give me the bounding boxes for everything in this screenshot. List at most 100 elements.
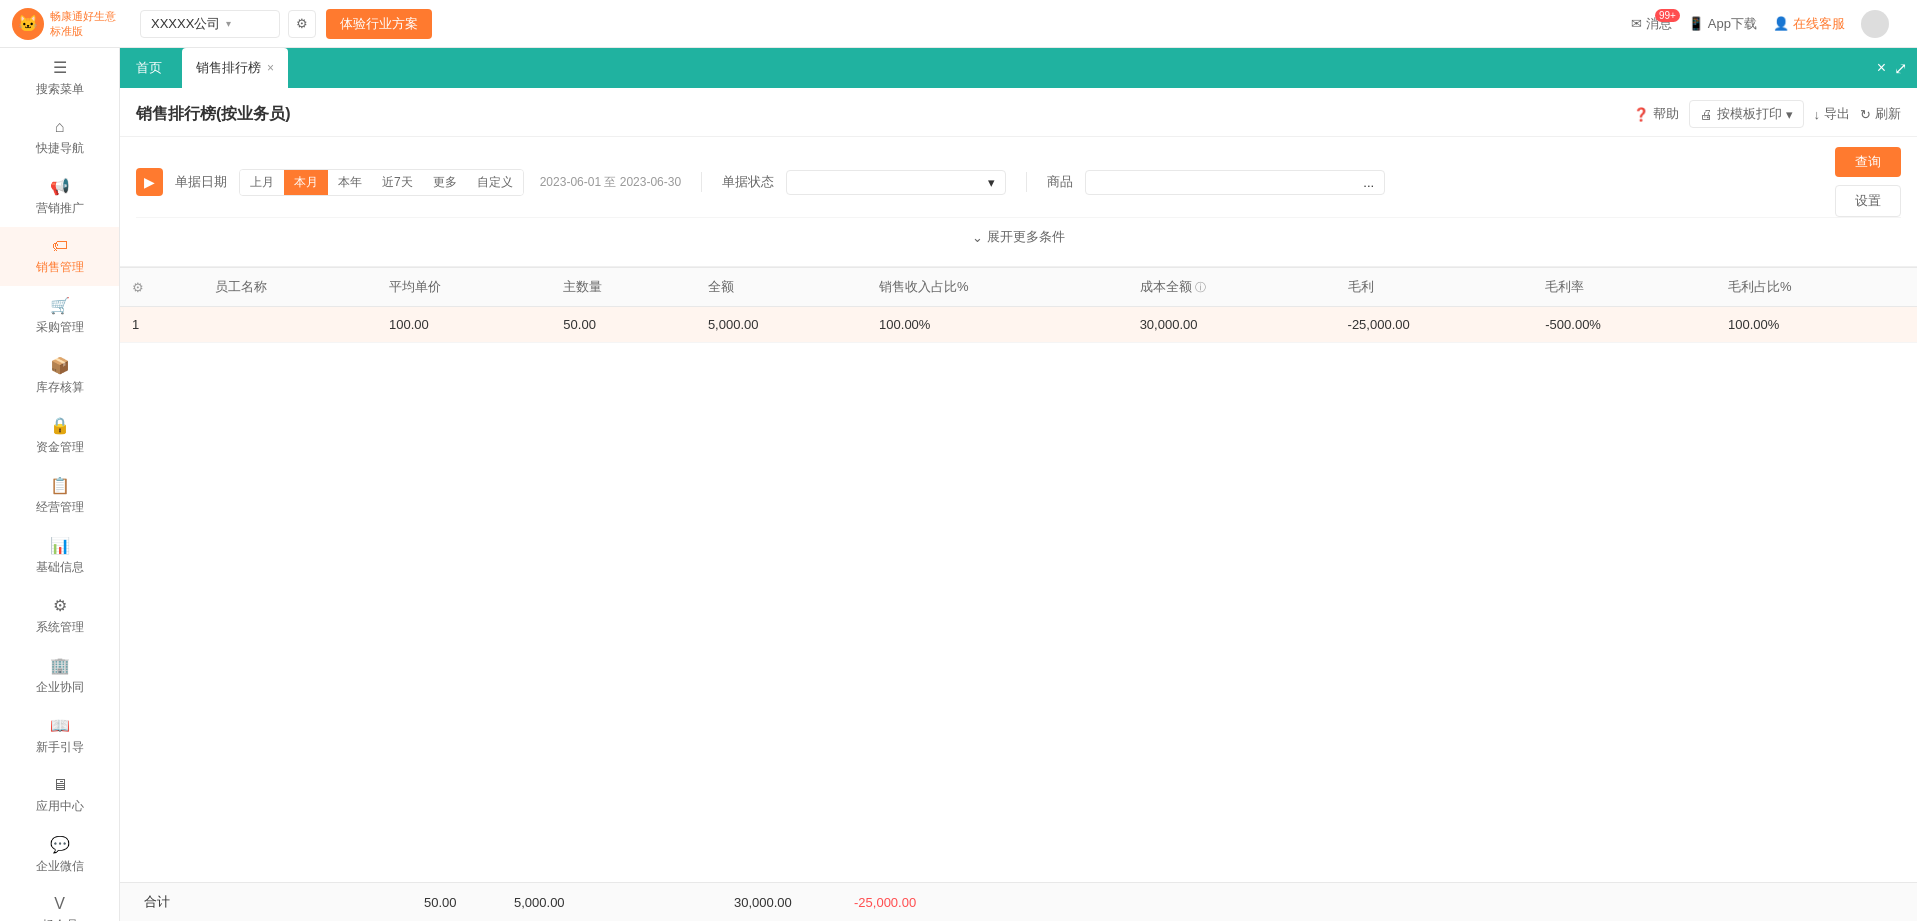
filter-expand-arrow[interactable]: ▶ bbox=[136, 168, 163, 196]
settings-icon[interactable]: ⚙ bbox=[288, 10, 316, 38]
notification-count: 99+ bbox=[1655, 9, 1680, 22]
sidebar-item-member[interactable]: V 畅会员 bbox=[0, 885, 119, 921]
date-custom[interactable]: 自定义 bbox=[467, 170, 523, 195]
tab-sales-ranking[interactable]: 销售排行榜 × bbox=[182, 48, 288, 88]
sidebar-item-operations[interactable]: 📋 经营管理 bbox=[0, 466, 119, 526]
query-settings-col: 查询 设置 bbox=[1835, 147, 1901, 217]
settings-button[interactable]: 设置 bbox=[1835, 185, 1901, 217]
enterprise-icon: 🏢 bbox=[50, 656, 70, 675]
tab-close-button[interactable]: × bbox=[1877, 59, 1886, 78]
sidebar-item-quick-nav[interactable]: ⌂ 快捷导航 bbox=[0, 108, 119, 167]
chevron-down-icon: ▾ bbox=[226, 18, 231, 29]
notification-button[interactable]: ✉ 消息 99+ bbox=[1631, 15, 1672, 33]
query-button[interactable]: 查询 bbox=[1835, 147, 1901, 177]
date-cur-month[interactable]: 本月 bbox=[284, 170, 328, 195]
sidebar-item-finance[interactable]: 🔒 资金管理 bbox=[0, 406, 119, 466]
date-more[interactable]: 更多 bbox=[423, 170, 467, 195]
help-button[interactable]: ❓ 帮助 bbox=[1633, 105, 1679, 123]
col-profit: 毛利 bbox=[1336, 268, 1534, 307]
sidebar-item-wechat[interactable]: 💬 企业微信 bbox=[0, 825, 119, 885]
tab-bar: 首页 销售排行榜 × × ⤢ bbox=[120, 48, 1917, 88]
date-label: 单据日期 bbox=[175, 173, 227, 191]
sidebar-item-sales[interactable]: 🏷 销售管理 bbox=[0, 227, 119, 286]
finance-icon: 🔒 bbox=[50, 416, 70, 435]
sidebar-item-inventory[interactable]: 📦 库存核算 bbox=[0, 346, 119, 406]
sidebar-item-enterprise[interactable]: 🏢 企业协同 bbox=[0, 646, 119, 706]
sidebar-item-label: 经营管理 bbox=[36, 499, 84, 516]
date-range: 2023-06-01 至 2023-06-30 bbox=[540, 174, 681, 191]
date-7days[interactable]: 近7天 bbox=[372, 170, 423, 195]
sidebar-item-basic-info[interactable]: 📊 基础信息 bbox=[0, 526, 119, 586]
print-dropdown-icon: ▾ bbox=[1786, 107, 1793, 122]
operations-icon: 📋 bbox=[50, 476, 70, 495]
filter-divider-2 bbox=[1026, 172, 1027, 192]
goods-more-icon: ... bbox=[1363, 175, 1374, 190]
col-settings[interactable]: ⚙ bbox=[120, 268, 203, 307]
logo-text: 畅康通好生意 标准版 bbox=[50, 9, 116, 38]
goods-input[interactable]: ... bbox=[1085, 170, 1385, 195]
inventory-icon: 📦 bbox=[50, 356, 70, 375]
sidebar-item-label: 资金管理 bbox=[36, 439, 84, 456]
tab-maximize-button[interactable]: ⤢ bbox=[1894, 59, 1907, 78]
col-quantity: 主数量 bbox=[551, 268, 696, 307]
tab-bar-right: × ⤢ bbox=[1877, 59, 1917, 78]
page-actions: ❓ 帮助 🖨 按模板打印 ▾ ↓ 导出 ↻ 刷新 bbox=[1633, 100, 1902, 128]
help-icon: ❓ bbox=[1633, 107, 1649, 122]
avatar[interactable] bbox=[1861, 10, 1889, 38]
top-bar-right: ✉ 消息 99+ 📱 App下载 👤 在线客服 bbox=[1631, 10, 1905, 38]
expand-row: ⌄ 展开更多条件 bbox=[136, 217, 1901, 256]
col-settings-icon[interactable]: ⚙ bbox=[132, 280, 144, 295]
page-header: 销售排行榜(按业务员) ❓ 帮助 🖨 按模板打印 ▾ ↓ 导出 bbox=[120, 88, 1917, 137]
expand-more-button[interactable]: ⌄ 展开更多条件 bbox=[966, 222, 1071, 252]
date-prev-month[interactable]: 上月 bbox=[240, 170, 284, 195]
sidebar-item-label: 新手引导 bbox=[36, 739, 84, 756]
print-button[interactable]: 🖨 按模板打印 ▾ bbox=[1689, 100, 1804, 128]
content-area: 首页 销售排行榜 × × ⤢ 销售排行榜(按业务员) ❓ 帮助 bbox=[120, 48, 1917, 921]
system-icon: ⚙ bbox=[53, 596, 67, 615]
search-menu-icon: ☰ bbox=[53, 58, 67, 77]
online-service-button[interactable]: 👤 在线客服 bbox=[1773, 15, 1845, 33]
main-area: ☰ 搜索菜单 ⌂ 快捷导航 📢 营销推广 🏷 销售管理 🛒 采购管理 📦 库 bbox=[0, 48, 1917, 921]
sidebar-item-marketing[interactable]: 📢 营销推广 bbox=[0, 167, 119, 227]
logo-icon: 🐱 bbox=[12, 8, 44, 40]
sidebar-item-system[interactable]: ⚙ 系统管理 bbox=[0, 586, 119, 646]
footer-cost: 30,000.00 bbox=[722, 895, 842, 910]
basic-info-icon: 📊 bbox=[50, 536, 70, 555]
cell-quantity: 50.00 bbox=[551, 307, 696, 343]
home-icon: ⌂ bbox=[55, 118, 65, 136]
filter-area: ▶ 单据日期 上月 本月 本年 近7天 更多 自定义 2023-06-01 至 … bbox=[120, 137, 1917, 267]
company-selector[interactable]: XXXXX公司 ▾ bbox=[140, 10, 280, 38]
tab-label: 销售排行榜 bbox=[196, 59, 261, 77]
wechat-icon: 💬 bbox=[50, 835, 70, 854]
date-cur-year[interactable]: 本年 bbox=[328, 170, 372, 195]
tab-home[interactable]: 首页 bbox=[120, 48, 178, 88]
message-icon: ✉ bbox=[1631, 16, 1642, 31]
tab-close-icon[interactable]: × bbox=[267, 61, 274, 75]
status-label: 单据状态 bbox=[722, 173, 774, 191]
goods-label: 商品 bbox=[1047, 173, 1073, 191]
sidebar-item-guide[interactable]: 📖 新手引导 bbox=[0, 706, 119, 766]
col-sales-pct: 销售收入占比% bbox=[867, 268, 1128, 307]
cell-profit-rate: -500.00% bbox=[1533, 307, 1716, 343]
status-select[interactable]: ▾ bbox=[786, 170, 1006, 195]
cell-sales-pct: 100.00% bbox=[867, 307, 1128, 343]
guide-icon: 📖 bbox=[50, 716, 70, 735]
app-download-button[interactable]: 📱 App下载 bbox=[1688, 15, 1757, 33]
sidebar-item-search[interactable]: ☰ 搜索菜单 bbox=[0, 48, 119, 108]
export-button[interactable]: ↓ 导出 bbox=[1814, 105, 1851, 123]
sidebar-item-label: 系统管理 bbox=[36, 619, 84, 636]
sidebar-item-app-center[interactable]: 🖥 应用中心 bbox=[0, 766, 119, 825]
col-profit-pct: 毛利占比% bbox=[1716, 268, 1917, 307]
footer-quantity: 50.00 bbox=[412, 895, 502, 910]
print-icon: 🖨 bbox=[1700, 107, 1713, 122]
page-title: 销售排行榜(按业务员) bbox=[136, 104, 1633, 125]
sidebar-item-purchase[interactable]: 🛒 采购管理 bbox=[0, 286, 119, 346]
cost-info-icon[interactable]: ⓘ bbox=[1195, 281, 1206, 293]
trial-button[interactable]: 体验行业方案 bbox=[326, 9, 432, 39]
sidebar-item-label: 库存核算 bbox=[36, 379, 84, 396]
filter-row-1: ▶ 单据日期 上月 本月 本年 近7天 更多 自定义 2023-06-01 至 … bbox=[136, 147, 1901, 217]
col-name: 员工名称 bbox=[203, 268, 377, 307]
cell-profit: -25,000.00 bbox=[1336, 307, 1534, 343]
refresh-button[interactable]: ↻ 刷新 bbox=[1860, 105, 1901, 123]
cell-cost: 30,000.00 bbox=[1128, 307, 1336, 343]
